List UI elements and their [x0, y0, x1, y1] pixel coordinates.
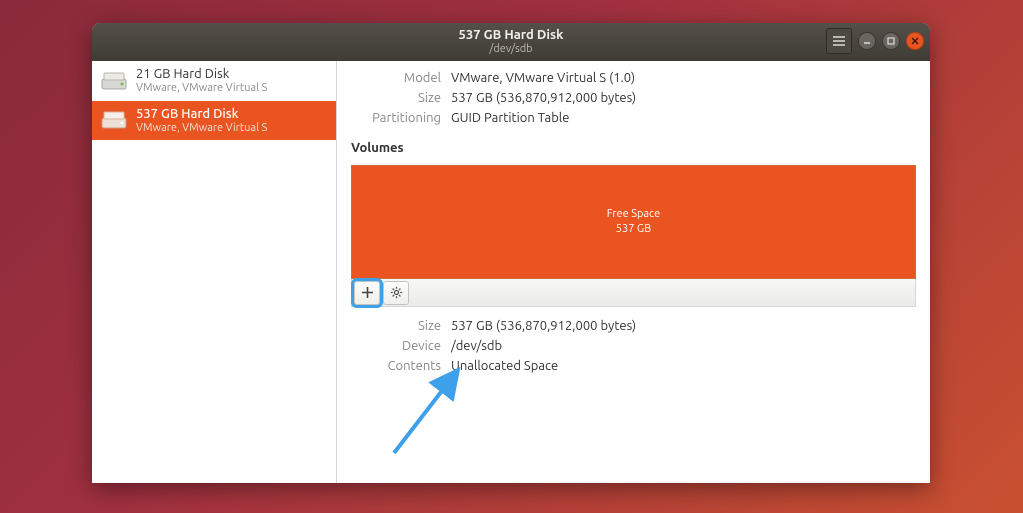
volume-free-size: 537 GB — [607, 222, 660, 237]
vol-device-label: Device — [351, 339, 441, 353]
partitioning-value: GUID Partition Table — [451, 111, 916, 125]
vol-size-value: 537 GB (536,870,912,000 bytes) — [451, 319, 916, 333]
close-button[interactable] — [906, 32, 924, 50]
size-label: Size — [351, 91, 441, 105]
volume-settings-button[interactable] — [383, 281, 409, 305]
hamburger-icon — [832, 34, 846, 48]
maximize-button[interactable] — [882, 32, 900, 50]
volume-toolbar — [351, 279, 916, 307]
window-subtitle: /dev/sdb — [459, 43, 564, 57]
vol-size-label: Size — [351, 319, 441, 333]
drive-icon — [100, 109, 128, 131]
minimize-icon — [863, 37, 871, 45]
volume-map-label: Free Space 537 GB — [607, 207, 660, 238]
window-title: 537 GB Hard Disk — [459, 27, 564, 43]
vol-contents-label: Contents — [351, 359, 441, 373]
model-value: VMware, VMware Virtual S (1.0) — [451, 71, 916, 85]
drive-icon — [100, 70, 128, 92]
app-menu-button[interactable] — [826, 28, 852, 54]
vol-contents-value: Unallocated Space — [451, 359, 916, 373]
volumes-heading: Volumes — [351, 141, 916, 155]
vol-device-value: /dev/sdb — [451, 339, 916, 353]
disk-item-text: 537 GB Hard Disk VMware, VMware Virtual … — [136, 107, 267, 135]
main-panel: Model VMware, VMware Virtual S (1.0) Siz… — [337, 61, 930, 483]
window-title-block: 537 GB Hard Disk /dev/sdb — [459, 27, 564, 57]
disk-item-subtitle: VMware, VMware Virtual S — [136, 82, 267, 95]
disk-list-sidebar: 21 GB Hard Disk VMware, VMware Virtual S… — [92, 61, 337, 483]
minimize-button[interactable] — [858, 32, 876, 50]
maximize-icon — [887, 37, 895, 45]
disk-list-item[interactable]: 21 GB Hard Disk VMware, VMware Virtual S — [92, 61, 336, 101]
disk-item-text: 21 GB Hard Disk VMware, VMware Virtual S — [136, 67, 267, 95]
disk-info: Model VMware, VMware Virtual S (1.0) Siz… — [351, 71, 916, 125]
disks-window: 537 GB Hard Disk /dev/sdb — [92, 23, 930, 483]
model-label: Model — [351, 71, 441, 85]
titlebar: 537 GB Hard Disk /dev/sdb — [92, 23, 930, 61]
volume-info: Size 537 GB (536,870,912,000 bytes) Devi… — [351, 319, 916, 373]
size-value: 537 GB (536,870,912,000 bytes) — [451, 91, 916, 105]
titlebar-controls — [826, 28, 924, 54]
volume-map[interactable]: Free Space 537 GB — [351, 165, 916, 279]
disk-item-subtitle: VMware, VMware Virtual S — [136, 122, 267, 135]
disk-list-item[interactable]: 537 GB Hard Disk VMware, VMware Virtual … — [92, 101, 336, 141]
volume-free-label: Free Space — [607, 207, 660, 222]
gear-icon — [390, 286, 403, 299]
close-icon — [911, 37, 919, 45]
create-partition-button[interactable] — [354, 281, 380, 305]
disk-item-title: 537 GB Hard Disk — [136, 107, 267, 122]
window-body: 21 GB Hard Disk VMware, VMware Virtual S… — [92, 61, 930, 483]
partitioning-label: Partitioning — [351, 111, 441, 125]
disk-item-title: 21 GB Hard Disk — [136, 67, 267, 82]
plus-icon — [361, 286, 374, 299]
